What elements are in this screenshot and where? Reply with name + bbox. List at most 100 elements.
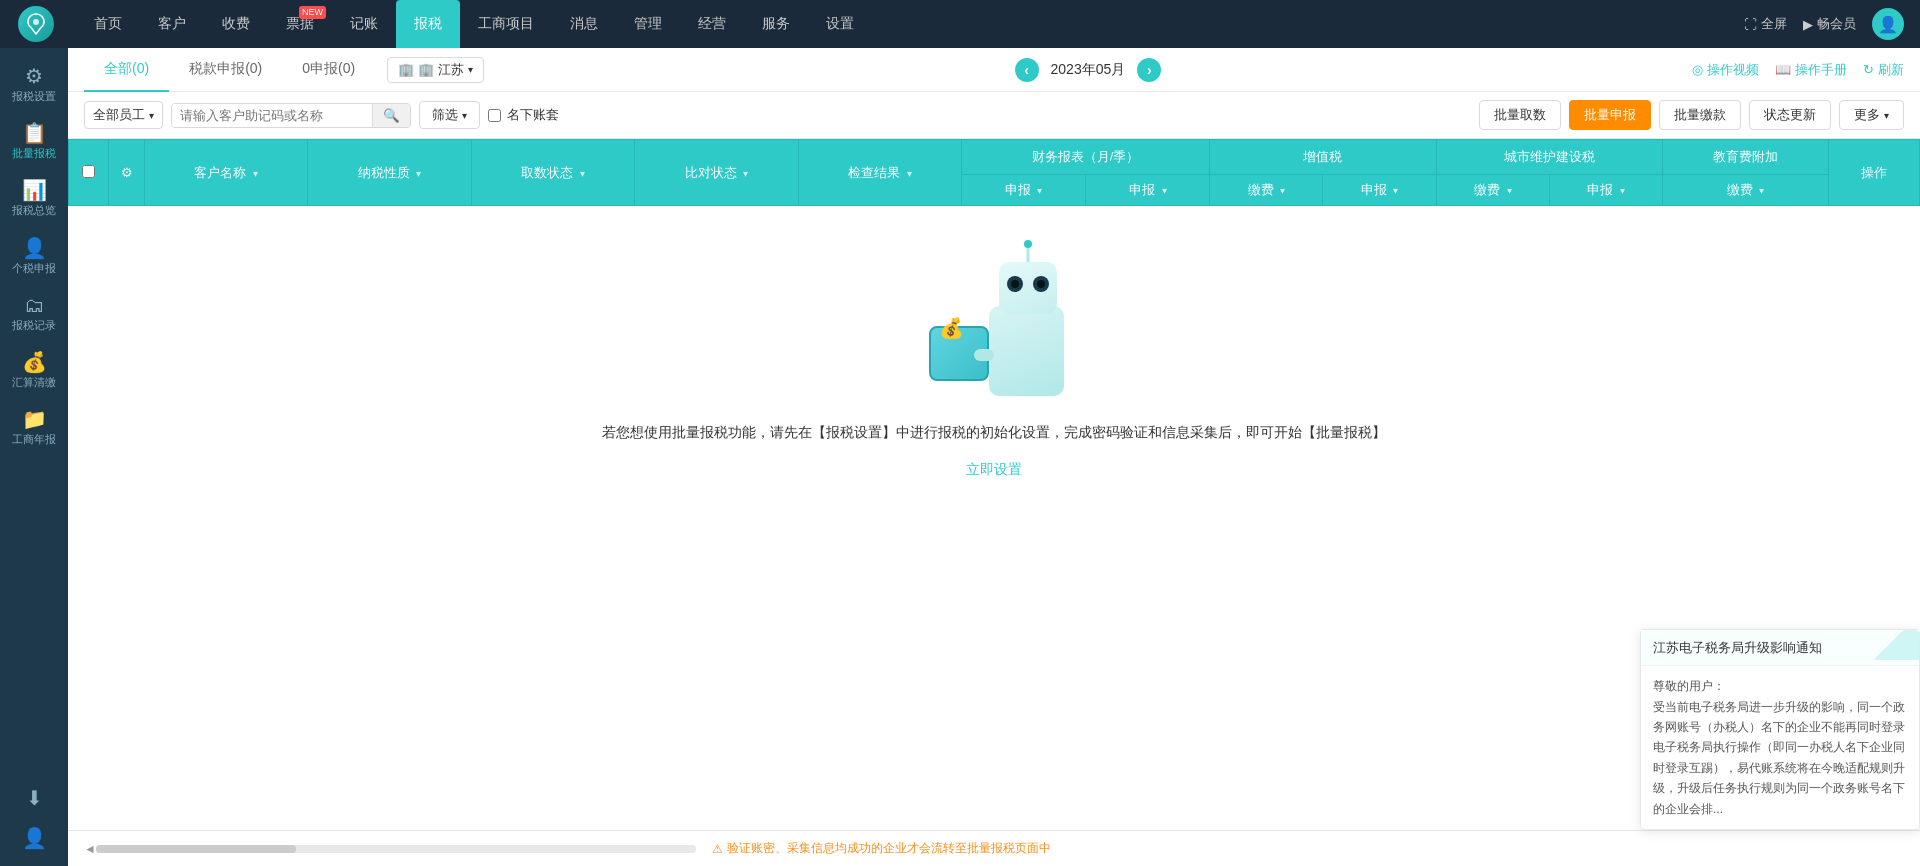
tab-tax-declare[interactable]: 税款申报(0) [169,48,282,92]
toolbar: 全部员工 ▾ 🔍 筛选 ▾ 名下账套 批量取数 批量申报 批量缴款 状态更新 [68,92,1920,139]
more-button[interactable]: 更多 ▾ [1839,100,1904,130]
setup-link[interactable]: 立即设置 [966,461,1022,479]
employee-selector-label: 全部员工 [93,106,145,124]
checkbox-account-set[interactable]: 名下账套 [488,106,559,124]
th-financial-declare: 申报 ▾ [961,175,1085,206]
robot-antenna [1027,247,1030,262]
robot-antenna-tip [1024,240,1032,248]
refresh-icon: ↻ [1863,62,1874,77]
manual-link[interactable]: 📖 操作手册 [1775,61,1847,79]
next-month-btn[interactable]: › [1137,58,1161,82]
video-icon: ◎ [1692,62,1703,77]
personal-tax-icon: 👤 [22,238,47,258]
region-label: 🏢 江苏 [418,61,464,79]
employee-selector[interactable]: 全部员工 ▾ [84,101,163,129]
account-set-checkbox[interactable] [488,109,501,122]
nav-fee[interactable]: 收费 [204,0,268,48]
sidebar-item-download[interactable]: ⬇ [0,778,68,818]
filter-icon[interactable]: ▾ [1162,185,1167,196]
fullscreen-btn[interactable]: ⛶ 全屏 [1744,15,1787,33]
th-tax-type: 纳税性质 ▾ [308,140,471,206]
bottom-bar: ◄ ⚠ 验证账密、采集信息均成功的企业才会流转至批量报税页面中 [68,830,1920,866]
nav-business[interactable]: 工商项目 [460,0,552,48]
chevron-down-icon: ▾ [149,110,154,121]
batch-fetch-button[interactable]: 批量取数 [1479,100,1561,130]
robot-arm [974,349,994,361]
sidebar-item-personal-tax[interactable]: 👤 个税申报 [0,228,68,285]
sidebar-item-settlement[interactable]: 💰 汇算清缴 [0,342,68,399]
avatar[interactable]: 👤 [1872,8,1904,40]
tax-overview-icon: 📊 [22,180,47,200]
nav-client[interactable]: 客户 [140,0,204,48]
data-table: ⚙ 客户名称 ▾ 纳税性质 ▾ 取数状态 ▾ [68,139,1920,539]
filter-icon[interactable]: ▾ [1507,185,1512,196]
nav-tax[interactable]: 报税 [396,0,460,48]
current-month: 2023年05月 [1051,61,1126,79]
video-tutorial-link[interactable]: ◎ 操作视频 [1692,61,1759,79]
nav-invoice[interactable]: 票据 NEW [268,0,332,48]
notification-body: 尊敬的用户： 受当前电子税务局进一步升级的影响，同一个政务网账号（办税人）名下的… [1641,666,1919,829]
membership-btn[interactable]: ▶ 畅会员 [1803,15,1856,33]
th-vat-pay: 缴费 ▾ [1210,175,1323,206]
th-vat: 增值税 [1210,140,1436,175]
tax-settings-icon: ⚙ [25,66,43,86]
main-layout: ⚙ 报税设置 📋 批量报税 📊 报税总览 👤 个税申报 🗂 报税记录 💰 汇算清… [0,48,1920,866]
sidebar-item-tax-record[interactable]: 🗂 报税记录 [0,285,68,342]
search-input[interactable] [172,104,372,127]
filter-icon[interactable]: ▾ [416,168,421,179]
nav-service[interactable]: 服务 [744,0,808,48]
warning-icon: ⚠ [712,842,723,856]
tab-all[interactable]: 全部(0) [84,48,169,92]
empty-state: 💰 [69,206,1920,539]
filter-icon[interactable]: ▾ [1393,185,1398,196]
refresh-link[interactable]: ↻ 刷新 [1863,61,1904,79]
sidebar-item-batch-tax[interactable]: 📋 批量报税 [0,113,68,170]
tab-zero-declare[interactable]: 0申报(0) [282,48,375,92]
status-update-button[interactable]: 状态更新 [1749,100,1831,130]
batch-tax-icon: 📋 [22,123,47,143]
filter-icon[interactable]: ▾ [907,168,912,179]
sidebar-item-annual-report[interactable]: 📁 工商年报 [0,399,68,456]
left-arrow-icon: ◄ [84,842,96,856]
logo[interactable] [16,4,56,44]
chevron-down-icon: ▾ [462,110,467,121]
filter-icon[interactable]: ▾ [580,168,585,179]
scroll-indicator[interactable] [96,845,696,853]
nav-manage[interactable]: 管理 [616,0,680,48]
scroll-thumb [96,845,296,853]
filter-icon[interactable]: ▾ [1280,185,1285,196]
search-button[interactable]: 🔍 [372,104,410,127]
nav-bookkeeping[interactable]: 记账 [332,0,396,48]
tabs-bar: 全部(0) 税款申报(0) 0申报(0) 🏢 🏢 江苏 ▾ ‹ 2023年05月… [68,48,1920,92]
sidebar-item-tax-overview[interactable]: 📊 报税总览 [0,170,68,227]
notification-text: 尊敬的用户： [1653,676,1907,696]
select-all-checkbox[interactable] [82,165,95,178]
filter-icon[interactable]: ▾ [1759,185,1764,196]
nav-settings[interactable]: 设置 [808,0,872,48]
sidebar-item-user[interactable]: 👤 [0,818,68,858]
manual-icon: 📖 [1775,62,1791,77]
region-selector[interactable]: 🏢 🏢 江苏 ▾ [387,57,484,83]
nav-home[interactable]: 首页 [76,0,140,48]
new-badge: NEW [299,6,326,19]
filter-icon[interactable]: ▾ [253,168,258,179]
bottom-warning: ⚠ 验证账密、采集信息均成功的企业才会流转至批量报税页面中 [712,840,1051,857]
filter-icon[interactable]: ▾ [743,168,748,179]
sidebar-bottom: ⬇ 👤 [0,778,68,866]
nav-message[interactable]: 消息 [552,0,616,48]
batch-declare-button[interactable]: 批量申报 [1569,100,1651,130]
svg-point-0 [33,19,39,25]
filter-button[interactable]: 筛选 ▾ [419,101,480,129]
toolbar-right: 批量取数 批量申报 批量缴款 状态更新 更多 ▾ [1479,100,1904,130]
nav-menu: 首页 客户 收费 票据 NEW 记账 报税 工商项目 消息 管理 经营 服务 设… [76,0,1744,48]
batch-pay-button[interactable]: 批量缴款 [1659,100,1741,130]
search-wrapper: 🔍 [171,103,411,128]
tax-record-icon: 🗂 [24,295,44,315]
robot-body [989,306,1064,396]
filter-icon[interactable]: ▾ [1037,185,1042,196]
prev-month-btn[interactable]: ‹ [1015,58,1039,82]
nav-operation[interactable]: 经营 [680,0,744,48]
sidebar-item-tax-settings[interactable]: ⚙ 报税设置 [0,56,68,113]
filter-icon[interactable]: ▾ [1620,185,1625,196]
th-city-declare: 申报 ▾ [1323,175,1436,206]
